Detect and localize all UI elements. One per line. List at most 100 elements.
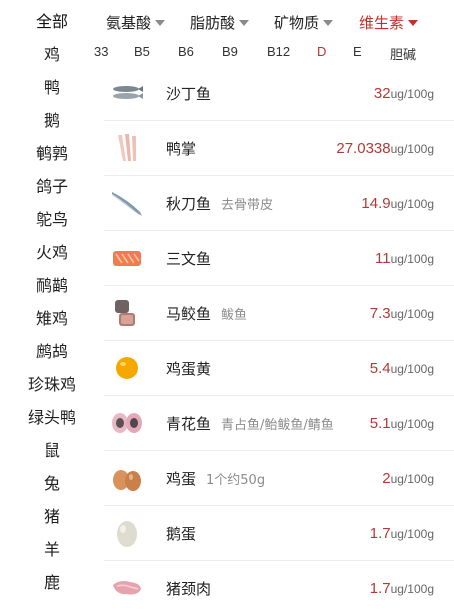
category-item[interactable]: 雉鸡 [0,309,104,329]
value-number: 27.0338 [336,140,391,157]
food-row[interactable]: 马鲛鱼 鲅鱼 7.3ug/100g [104,286,454,341]
food-row[interactable]: 猪颈肉 1.7ug/100g [104,561,434,616]
filter-label: 矿物质 [274,14,320,32]
vitamin-tab[interactable]: B5 [134,44,150,59]
food-alias: 青占鱼/鲐鲅鱼/鲭鱼 [221,418,334,433]
category-sidebar: 全部 鸡 鸭 鹅 鹌鹑 鸽子 鸵鸟 火鸡 鸸鹋 雉鸡 鹧鸪 珍珠鸡 绿头鸭 鼠 … [0,0,104,600]
food-value: 5.1ug/100g [370,413,434,432]
vitamin-tab[interactable]: 胆碱 [390,44,416,63]
food-value: 5.4ug/100g [370,358,434,377]
category-item[interactable]: 全部 [0,12,104,32]
food-row[interactable]: 秋刀鱼 去骨带皮 14.9ug/100g [104,176,454,231]
food-name-text: 鸡蛋 [166,470,197,488]
food-value: 11ug/100g [375,248,434,267]
filter-label: 氨基酸 [106,14,152,32]
value-unit: ug/100g [390,142,434,156]
egg-yolk-icon [110,351,144,385]
category-item[interactable]: 绿头鸭 [0,408,104,428]
filter-amino-acid[interactable]: 氨基酸 [106,12,166,33]
category-item[interactable]: 鸽子 [0,177,104,197]
blue-mackerel-icon [110,406,144,440]
vitamin-tab[interactable]: B6 [178,44,194,59]
food-row[interactable]: 鸡蛋黄 5.4ug/100g [104,341,454,396]
food-name: 猪颈肉 [166,580,212,598]
food-value: 14.9ug/100g [361,193,434,212]
category-item[interactable]: 鹅 [0,111,104,131]
food-name: 鹅蛋 [166,525,197,543]
caret-down-icon [408,19,419,26]
value-unit: ug/100g [390,362,434,376]
value-number: 5.1 [369,415,391,432]
category-item[interactable]: 鸵鸟 [0,210,104,230]
category-item[interactable]: 鸸鹋 [0,276,104,296]
salmon-icon [110,241,144,275]
food-value: 2ug/100g [382,468,434,487]
category-item[interactable]: 鼠 [0,441,104,461]
food-name: 秋刀鱼 去骨带皮 [166,193,273,214]
category-item[interactable]: 火鸡 [0,243,104,263]
mackerel-icon [110,296,144,330]
food-value: 1.7ug/100g [370,578,434,597]
value-unit: ug/100g [390,197,434,211]
category-item[interactable]: 鹿 [0,573,104,593]
value-number: 2 [382,470,391,487]
filter-fatty-acid[interactable]: 脂肪酸 [190,12,250,33]
food-row[interactable]: 鸡蛋 1个约50g 2ug/100g [104,451,454,506]
food-name: 青花鱼 青占鱼/鲐鲅鱼/鲭鱼 [166,413,334,434]
value-unit: ug/100g [390,252,434,266]
category-item[interactable]: 羊 [0,540,104,560]
vitamin-tab[interactable]: 33 [94,44,108,59]
egg-icon [110,461,144,495]
food-row[interactable]: 鹅蛋 1.7ug/100g [104,506,454,561]
duck-feet-icon [110,131,144,165]
food-name-text: 马鲛鱼 [166,305,212,323]
food-name-text: 秋刀鱼 [166,195,212,213]
value-unit: ug/100g [390,472,434,486]
food-value: 7.3ug/100g [370,303,434,322]
value-unit: ug/100g [390,582,434,596]
food-row[interactable]: 鸭掌 27.0338ug/100g [104,121,454,176]
category-item[interactable]: 鸭 [0,78,104,98]
value-unit: ug/100g [390,417,434,431]
value-number: 1.7 [369,525,391,542]
caret-down-icon [155,19,166,26]
food-row[interactable]: 沙丁鱼 32ug/100g [104,66,454,121]
food-name: 三文鱼 [166,250,212,268]
category-item[interactable]: 猪 [0,507,104,527]
food-alias: 1个约50g [206,473,266,488]
vitamin-tab[interactable]: B9 [222,44,238,59]
vitamin-tab[interactable]: E [353,44,362,59]
value-unit: ug/100g [390,527,434,541]
goose-egg-icon [110,516,144,550]
filter-vitamin[interactable]: 维生素 [359,12,419,33]
value-number: 5.4 [369,360,391,377]
value-number: 7.3 [369,305,391,322]
value-number: 1.7 [369,580,391,597]
category-item[interactable]: 鹧鸪 [0,342,104,362]
filter-label: 脂肪酸 [190,14,236,32]
sardine-icon [110,76,144,110]
food-name: 鸡蛋 1个约50g [166,468,265,489]
category-item[interactable]: 鹌鹑 [0,144,104,164]
category-item[interactable]: 兔 [0,474,104,494]
filter-mineral[interactable]: 矿物质 [274,12,334,33]
food-row[interactable]: 三文鱼 11ug/100g [104,231,454,286]
food-alias: 鲅鱼 [221,308,248,323]
food-value: 32ug/100g [374,83,434,102]
value-number: 14.9 [361,195,391,212]
saury-icon [110,186,144,220]
food-name: 沙丁鱼 [166,85,212,103]
value-number: 11 [375,250,391,267]
vitamin-tab[interactable]: D [317,44,326,59]
food-row[interactable]: 青花鱼 青占鱼/鲐鲅鱼/鲭鱼 5.1ug/100g [104,396,454,451]
category-item[interactable]: 鸡 [0,45,104,65]
food-value: 1.7ug/100g [370,523,434,542]
value-number: 32 [373,85,391,102]
category-item[interactable]: 珍珠鸡 [0,375,104,395]
food-name: 鸭掌 [166,140,197,158]
filter-label: 维生素 [359,14,405,32]
food-name: 鸡蛋黄 [166,360,212,378]
value-unit: ug/100g [390,307,434,321]
caret-down-icon [239,19,250,26]
vitamin-tab[interactable]: B12 [267,44,290,59]
